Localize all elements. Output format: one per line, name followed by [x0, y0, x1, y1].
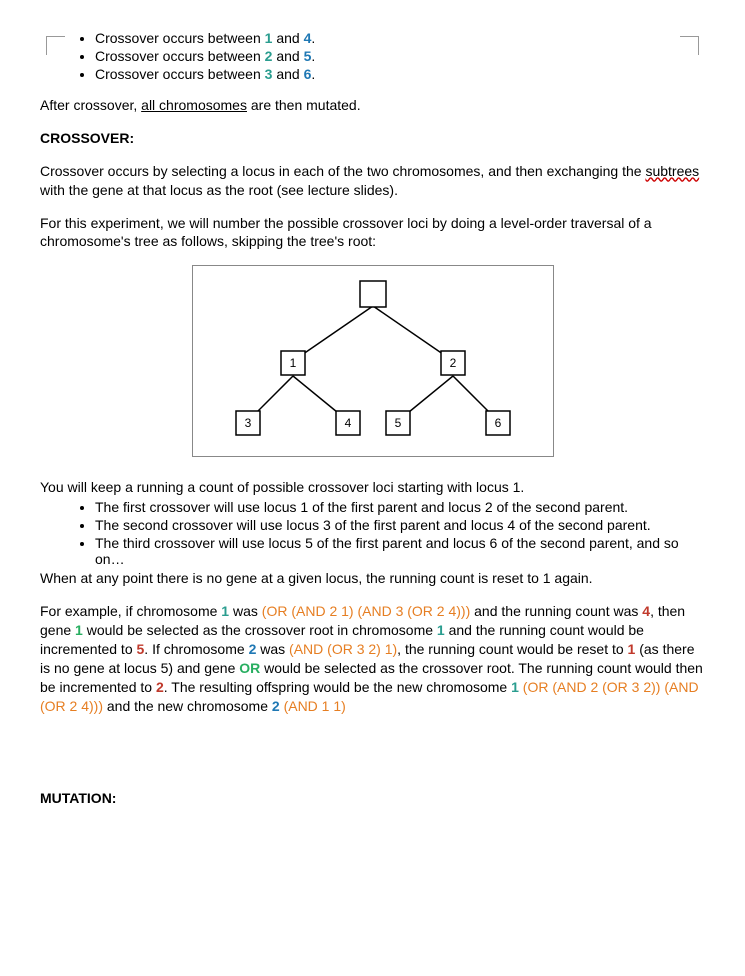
- paragraph-running-intro: You will keep a running a count of possi…: [40, 478, 705, 497]
- paragraph-example: For example, if chromosome 1 was (OR (AN…: [40, 602, 705, 715]
- text: and: [272, 48, 303, 64]
- list-item: The third crossover will use locus 5 of …: [95, 535, 705, 567]
- crossover-rules-list: The first crossover will use locus 1 of …: [40, 499, 705, 567]
- text: and the new chromosome: [103, 698, 272, 714]
- tree-diagram: 1 2 3 4 5 6: [40, 265, 705, 460]
- text: , the running count would be reset to: [397, 641, 627, 657]
- text: Crossover occurs between: [95, 30, 265, 46]
- heading-mutation: MUTATION:: [40, 789, 705, 808]
- gene-ref: 1: [75, 622, 83, 638]
- gene-ref: OR: [239, 660, 260, 676]
- text: and the running count was: [470, 603, 642, 619]
- chromosome-ref: 1: [511, 679, 519, 695]
- text: .: [311, 30, 315, 46]
- text: Crossover occurs between: [95, 66, 265, 82]
- text: was: [256, 641, 289, 657]
- tree-label: 6: [494, 417, 501, 431]
- chromosome-ref: 1: [437, 622, 445, 638]
- paragraph-experiment: For this experiment, we will number the …: [40, 214, 705, 252]
- text: and: [272, 66, 303, 82]
- paragraph-reset: When at any point there is no gene at a …: [40, 569, 705, 588]
- crossover-pairs-list: Crossover occurs between 1 and 4. Crosso…: [40, 30, 705, 82]
- text: After crossover,: [40, 97, 141, 113]
- text: with the gene at that locus as the root …: [40, 182, 398, 198]
- paragraph-crossover-desc: Crossover occurs by selecting a locus in…: [40, 162, 705, 200]
- expression: (AND (OR 3 2) 1): [289, 641, 397, 657]
- heading-crossover: CROSSOVER:: [40, 129, 705, 148]
- tree-svg: 1 2 3 4 5 6: [192, 265, 554, 457]
- count-value: 4: [642, 603, 650, 619]
- list-item: Crossover occurs between 1 and 4.: [95, 30, 705, 46]
- tree-node-root: [360, 281, 386, 307]
- text: For example, if chromosome: [40, 603, 221, 619]
- tree-label: 1: [289, 357, 296, 371]
- underlined-text: all chromosomes: [141, 97, 247, 113]
- tree-label: 5: [394, 417, 401, 431]
- tree-label: 2: [449, 357, 456, 371]
- text: . The resulting offspring would be the n…: [164, 679, 511, 695]
- tree-label: 4: [344, 417, 351, 431]
- list-item: The first crossover will use locus 1 of …: [95, 499, 705, 515]
- text: are then mutated.: [247, 97, 361, 113]
- misspelled-text: subtrees: [645, 163, 699, 179]
- text: .: [311, 66, 315, 82]
- count-value: 2: [156, 679, 164, 695]
- list-item: The second crossover will use locus 3 of…: [95, 517, 705, 533]
- text: . If chromosome: [144, 641, 248, 657]
- chromosome-ref: 1: [221, 603, 229, 619]
- text: was: [229, 603, 262, 619]
- text: .: [311, 48, 315, 64]
- text: Crossover occurs by selecting a locus in…: [40, 163, 645, 179]
- tree-label: 3: [244, 417, 251, 431]
- crop-mark-tr: [680, 36, 699, 55]
- list-item: Crossover occurs between 3 and 6.: [95, 66, 705, 82]
- text: and: [272, 30, 303, 46]
- list-item: Crossover occurs between 2 and 5.: [95, 48, 705, 64]
- text: Crossover occurs between: [95, 48, 265, 64]
- chromosome-ref: 2: [272, 698, 280, 714]
- expression: (OR (AND 2 1) (AND 3 (OR 2 4))): [262, 603, 470, 619]
- expression: (AND 1 1): [284, 698, 346, 714]
- crop-mark-tl: [46, 36, 65, 55]
- text: would be selected as the crossover root …: [83, 622, 437, 638]
- paragraph-after-crossover: After crossover, all chromosomes are the…: [40, 96, 705, 115]
